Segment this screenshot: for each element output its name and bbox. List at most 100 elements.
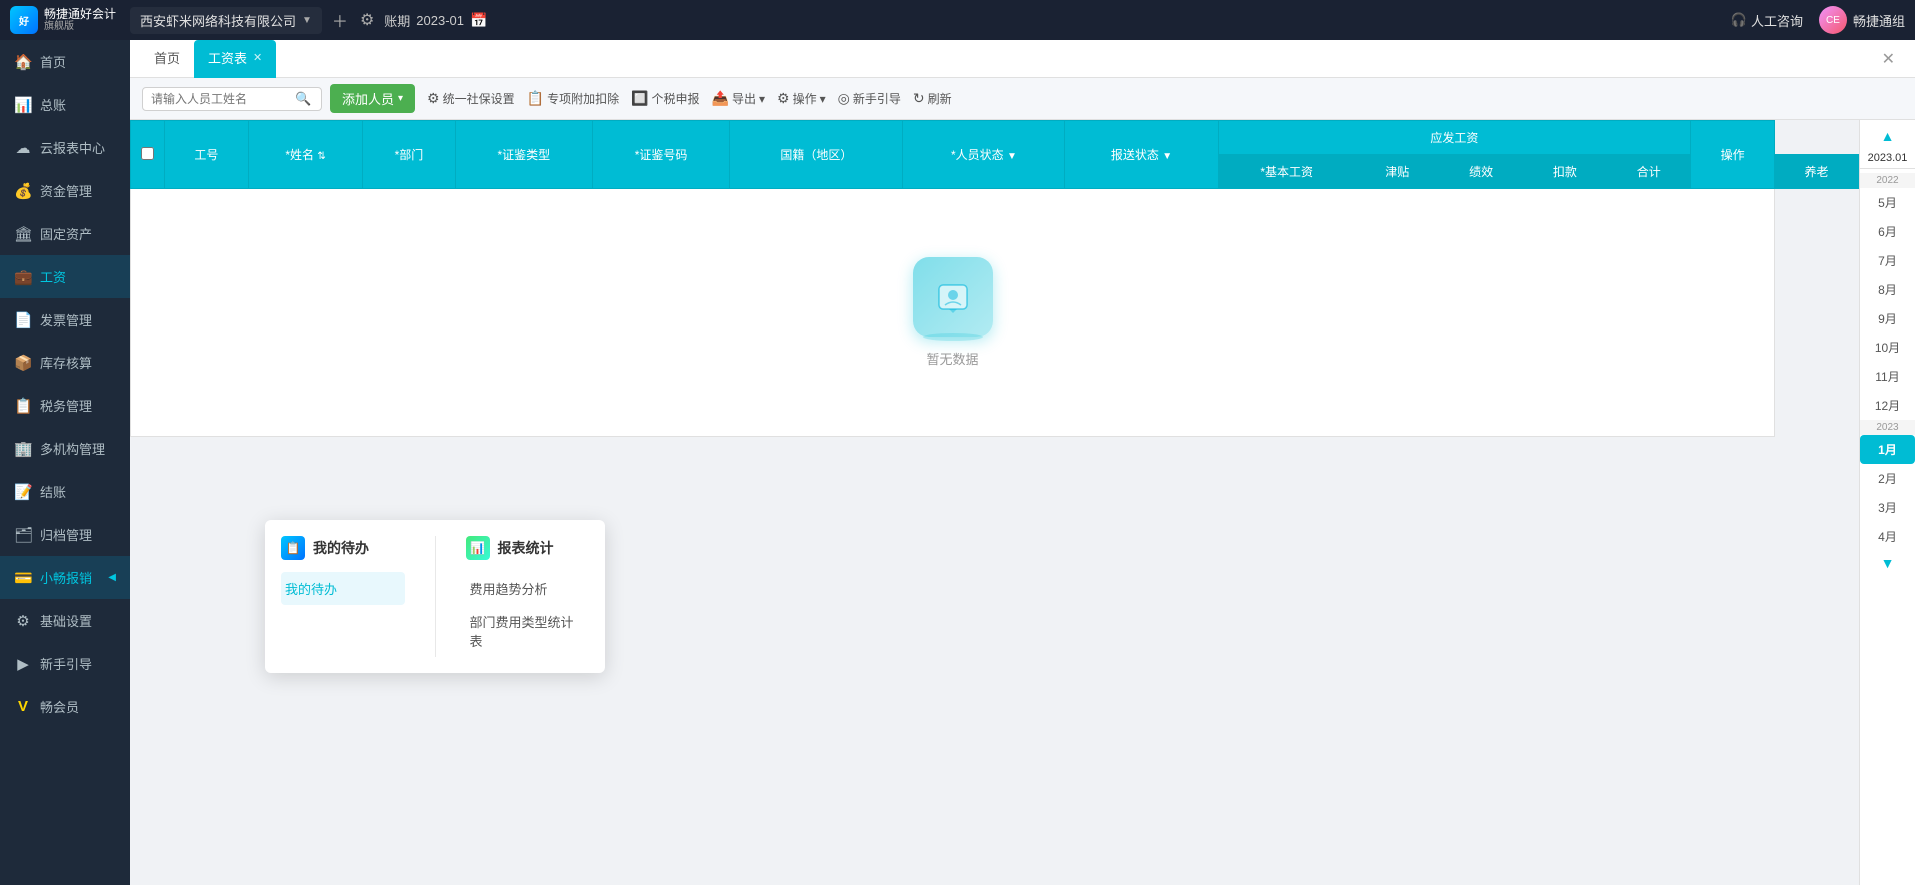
fixed-assets-icon: 🏛 — [14, 225, 32, 243]
sidebar: 🏠 首页 📊 总账 ☁ 云报表中心 💰 资金管理 🏛 固定资产 💼 工资 📄 发… — [0, 40, 130, 885]
sidebar-label-basic-settings: 基础设置 — [40, 611, 92, 630]
user-avatar-area[interactable]: CE 畅捷通组 — [1819, 6, 1905, 34]
multi-org-icon: 🏢 — [14, 440, 32, 458]
sidebar-item-cloud-report[interactable]: ☁ 云报表中心 — [0, 126, 130, 169]
th-name: *姓名 ⇅ — [248, 121, 362, 189]
close-content-btn[interactable]: ✕ — [1872, 49, 1905, 69]
th-id-number: *证鉴号码 — [592, 121, 729, 189]
tab-salary[interactable]: 工资表 ✕ — [194, 40, 276, 78]
sidebar-label-fixed-assets: 固定资产 — [40, 224, 92, 243]
export-btn[interactable]: 📤 导出 ▾ — [712, 90, 765, 107]
company-selector[interactable]: 西安虾米网络科技有限公司 ▼ — [130, 7, 322, 34]
month-2022-9[interactable]: 9月 — [1860, 304, 1915, 333]
select-all-checkbox[interactable] — [141, 147, 154, 160]
dropdown-dept-expense-item[interactable]: 部门费用类型统计表 — [466, 605, 590, 657]
social-insurance-icon: ⚙ — [427, 90, 440, 107]
main-layout: 🏠 首页 📊 总账 ☁ 云报表中心 💰 资金管理 🏛 固定资产 💼 工资 📄 发… — [0, 40, 1915, 885]
month-2023-1[interactable]: 1月 — [1860, 435, 1915, 464]
add-icon[interactable]: ＋ — [332, 8, 348, 32]
export-icon: 📤 — [712, 90, 729, 107]
sidebar-item-member[interactable]: V 畅会员 — [0, 685, 130, 728]
empty-text: 暂无数据 — [927, 349, 979, 368]
sidebar-label-inventory: 库存核算 — [40, 353, 92, 372]
special-deduction-btn[interactable]: 📋 专项附加扣除 — [527, 90, 619, 107]
new-guide-action-btn[interactable]: ◎ 新手引导 — [838, 90, 901, 107]
month-2022-8[interactable]: 8月 — [1860, 275, 1915, 304]
sidebar-item-invoice[interactable]: 📄 发票管理 — [0, 298, 130, 341]
new-guide-action-icon: ◎ — [838, 90, 850, 107]
th-pension: 养老 — [1775, 155, 1859, 189]
th-checkbox[interactable] — [131, 121, 165, 189]
operations-label: 操作 — [793, 90, 817, 107]
month-2022-10[interactable]: 10月 — [1860, 333, 1915, 362]
xiaochang-icon: 💳 — [14, 569, 32, 587]
month-2022-11[interactable]: 11月 — [1860, 362, 1915, 391]
add-person-btn[interactable]: 添加人员 ▾ — [330, 84, 415, 113]
sidebar-item-closing[interactable]: 📝 结账 — [0, 470, 130, 513]
personal-tax-label: 个税申报 — [652, 90, 700, 107]
sidebar-item-multi-org[interactable]: 🏢 多机构管理 — [0, 427, 130, 470]
dropdown-my-todo-item[interactable]: 我的待办 — [281, 572, 405, 605]
month-2022-7[interactable]: 7月 — [1860, 246, 1915, 275]
my-todo-label: 我的待办 — [285, 582, 337, 597]
th-job-number: 工号 — [165, 121, 249, 189]
calendar-icon[interactable]: 📅 — [470, 12, 487, 29]
month-panel-header: 2023.01 — [1860, 148, 1915, 169]
sidebar-item-home[interactable]: 🏠 首页 — [0, 40, 130, 83]
tab-salary-label: 工资表 — [208, 48, 247, 67]
month-2022-12[interactable]: 12月 — [1860, 391, 1915, 420]
user-name: 畅捷通组 — [1853, 11, 1905, 30]
cloud-icon: ☁ — [14, 139, 32, 157]
operations-btn[interactable]: ⚙ 操作 ▾ — [777, 90, 826, 107]
sidebar-item-general-ledger[interactable]: 📊 总账 — [0, 83, 130, 126]
refresh-btn[interactable]: ↻ 刷新 — [913, 90, 952, 107]
th-department: *部门 — [363, 121, 456, 189]
fund-icon: 💰 — [14, 182, 32, 200]
sidebar-item-archive[interactable]: 🗂 归档管理 — [0, 513, 130, 556]
top-right: 🎧 人工咨询 CE 畅捷通组 — [1731, 6, 1905, 34]
col1-title: 我的待办 — [313, 538, 369, 558]
refresh-icon: ↻ — [913, 90, 925, 107]
th-operations: 操作 — [1691, 121, 1775, 189]
add-btn-arrow: ▾ — [398, 93, 403, 104]
xiaochang-collapse-icon: ◀ — [108, 572, 116, 583]
month-2023-3[interactable]: 3月 — [1860, 493, 1915, 522]
month-2022-5[interactable]: 5月 — [1860, 188, 1915, 217]
th-nationality: 国籍（地区） — [730, 121, 903, 189]
sidebar-item-new-guide[interactable]: ▶ 新手引导 — [0, 642, 130, 685]
month-nav-up[interactable]: ▲ — [1860, 124, 1915, 148]
search-input[interactable] — [151, 92, 291, 106]
sidebar-item-inventory[interactable]: 📦 库存核算 — [0, 341, 130, 384]
empty-state-cell: 暂无数据 — [131, 189, 1775, 437]
ledger-icon: 📊 — [14, 96, 32, 114]
month-2023-2[interactable]: 2月 — [1860, 464, 1915, 493]
social-insurance-btn[interactable]: ⚙ 统一社保设置 — [427, 90, 515, 107]
dropdown-expense-trend-item[interactable]: 费用趋势分析 — [466, 572, 590, 605]
sidebar-label-multi-org: 多机构管理 — [40, 439, 105, 458]
logo-text: 畅捷通好会计 旗舰版 — [44, 7, 116, 33]
member-icon: V — [14, 698, 32, 715]
tab-home[interactable]: 首页 — [140, 40, 194, 78]
sidebar-item-tax[interactable]: 📋 税务管理 — [0, 384, 130, 427]
closing-icon: 📝 — [14, 483, 32, 501]
month-nav-down[interactable]: ▼ — [1860, 551, 1915, 575]
tab-close-icon[interactable]: ✕ — [253, 51, 262, 64]
search-wrap: 🔍 — [142, 87, 322, 111]
col1-icon: 📋 — [281, 536, 305, 560]
sidebar-label-new-guide: 新手引导 — [40, 654, 92, 673]
sidebar-item-salary[interactable]: 💼 工资 — [0, 255, 130, 298]
user-service-btn[interactable]: 🎧 人工咨询 — [1731, 11, 1803, 30]
settings-icon[interactable]: ⚙ — [360, 10, 374, 30]
sidebar-item-fixed-assets[interactable]: 🏛 固定资产 — [0, 212, 130, 255]
personal-tax-btn[interactable]: 🔲 个税申报 — [631, 90, 699, 107]
year-2022-label: 2022 — [1860, 173, 1915, 188]
sidebar-item-fund-mgmt[interactable]: 💰 资金管理 — [0, 169, 130, 212]
sidebar-item-xiaochang[interactable]: 💳 小畅报销 ◀ — [0, 556, 130, 599]
sidebar-item-basic-settings[interactable]: ⚙ 基础设置 — [0, 599, 130, 642]
tab-home-label: 首页 — [154, 48, 180, 67]
month-2022-6[interactable]: 6月 — [1860, 217, 1915, 246]
sidebar-label-invoice: 发票管理 — [40, 310, 92, 329]
headset-icon: 🎧 — [1731, 12, 1747, 28]
th-deduction: 扣款 — [1523, 155, 1607, 189]
month-2023-4[interactable]: 4月 — [1860, 522, 1915, 551]
